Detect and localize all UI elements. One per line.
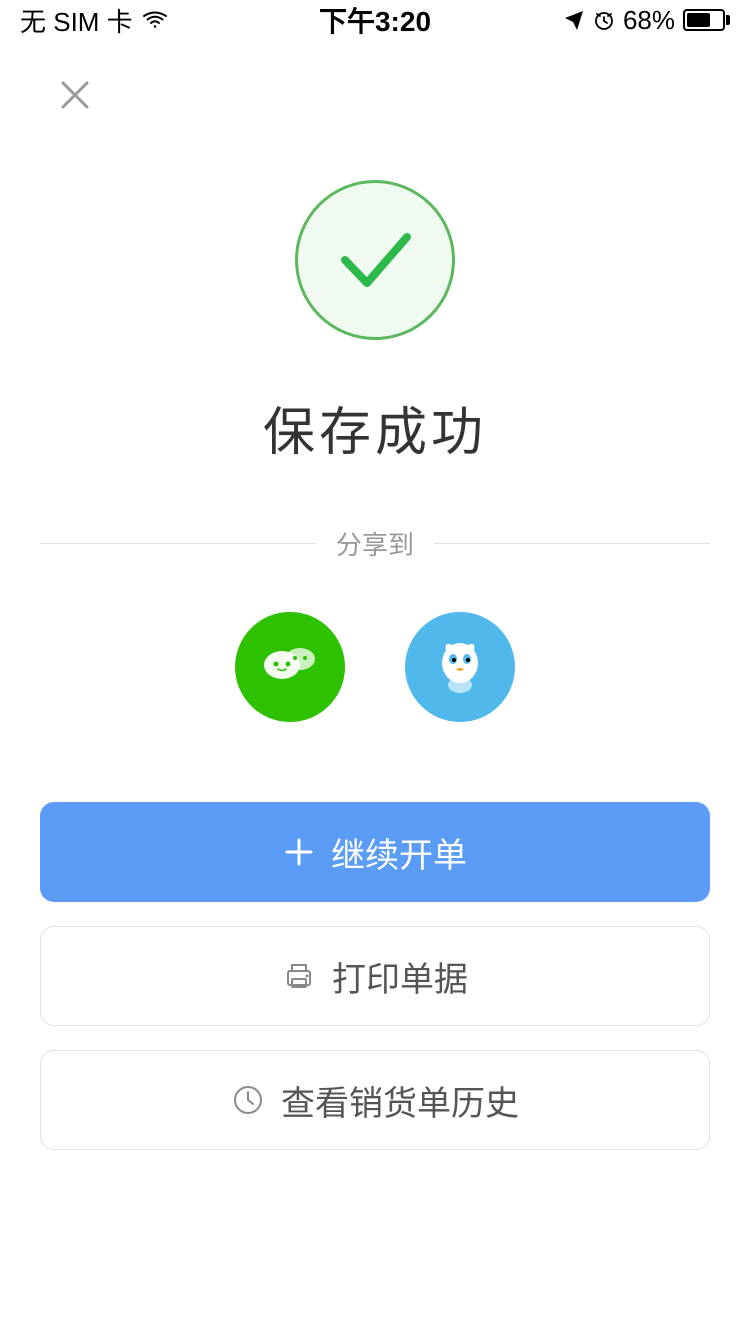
close-icon [57, 77, 93, 113]
divider-right [434, 543, 710, 544]
checkmark-icon [335, 225, 415, 295]
carrier-label: 无 SIM 卡 [20, 2, 133, 39]
battery-icon [683, 9, 730, 31]
share-icons-row [235, 612, 515, 722]
print-label: 打印单据 [332, 952, 468, 1001]
qq-icon [426, 633, 494, 701]
wechat-icon [256, 633, 324, 701]
wechat-share-button[interactable] [235, 612, 345, 722]
status-right: 68% [563, 5, 730, 36]
printer-icon [282, 959, 316, 993]
share-label: 分享到 [336, 525, 414, 562]
history-label: 查看销货单历史 [281, 1076, 519, 1125]
action-buttons: 继续开单 打印单据 查看销货单历史 [40, 802, 710, 1150]
main-content: 保存成功 分享到 [0, 40, 750, 1334]
location-icon [563, 9, 585, 31]
battery-percent: 68% [623, 5, 675, 36]
divider-left [40, 543, 316, 544]
history-button[interactable]: 查看销货单历史 [40, 1050, 710, 1150]
continue-label: 继续开单 [331, 828, 467, 877]
success-title: 保存成功 [263, 390, 487, 465]
wifi-icon [141, 10, 169, 30]
plus-icon [283, 836, 315, 868]
print-button[interactable]: 打印单据 [40, 926, 710, 1026]
status-bar: 无 SIM 卡 下午3:20 68% [0, 0, 750, 40]
continue-button[interactable]: 继续开单 [40, 802, 710, 902]
qq-share-button[interactable] [405, 612, 515, 722]
share-section: 分享到 [40, 525, 710, 562]
close-button[interactable] [50, 70, 100, 120]
status-left: 无 SIM 卡 [20, 2, 169, 39]
success-circle [295, 180, 455, 340]
alarm-icon [593, 9, 615, 31]
status-time: 下午3:20 [319, 0, 431, 40]
clock-icon [231, 1083, 265, 1117]
